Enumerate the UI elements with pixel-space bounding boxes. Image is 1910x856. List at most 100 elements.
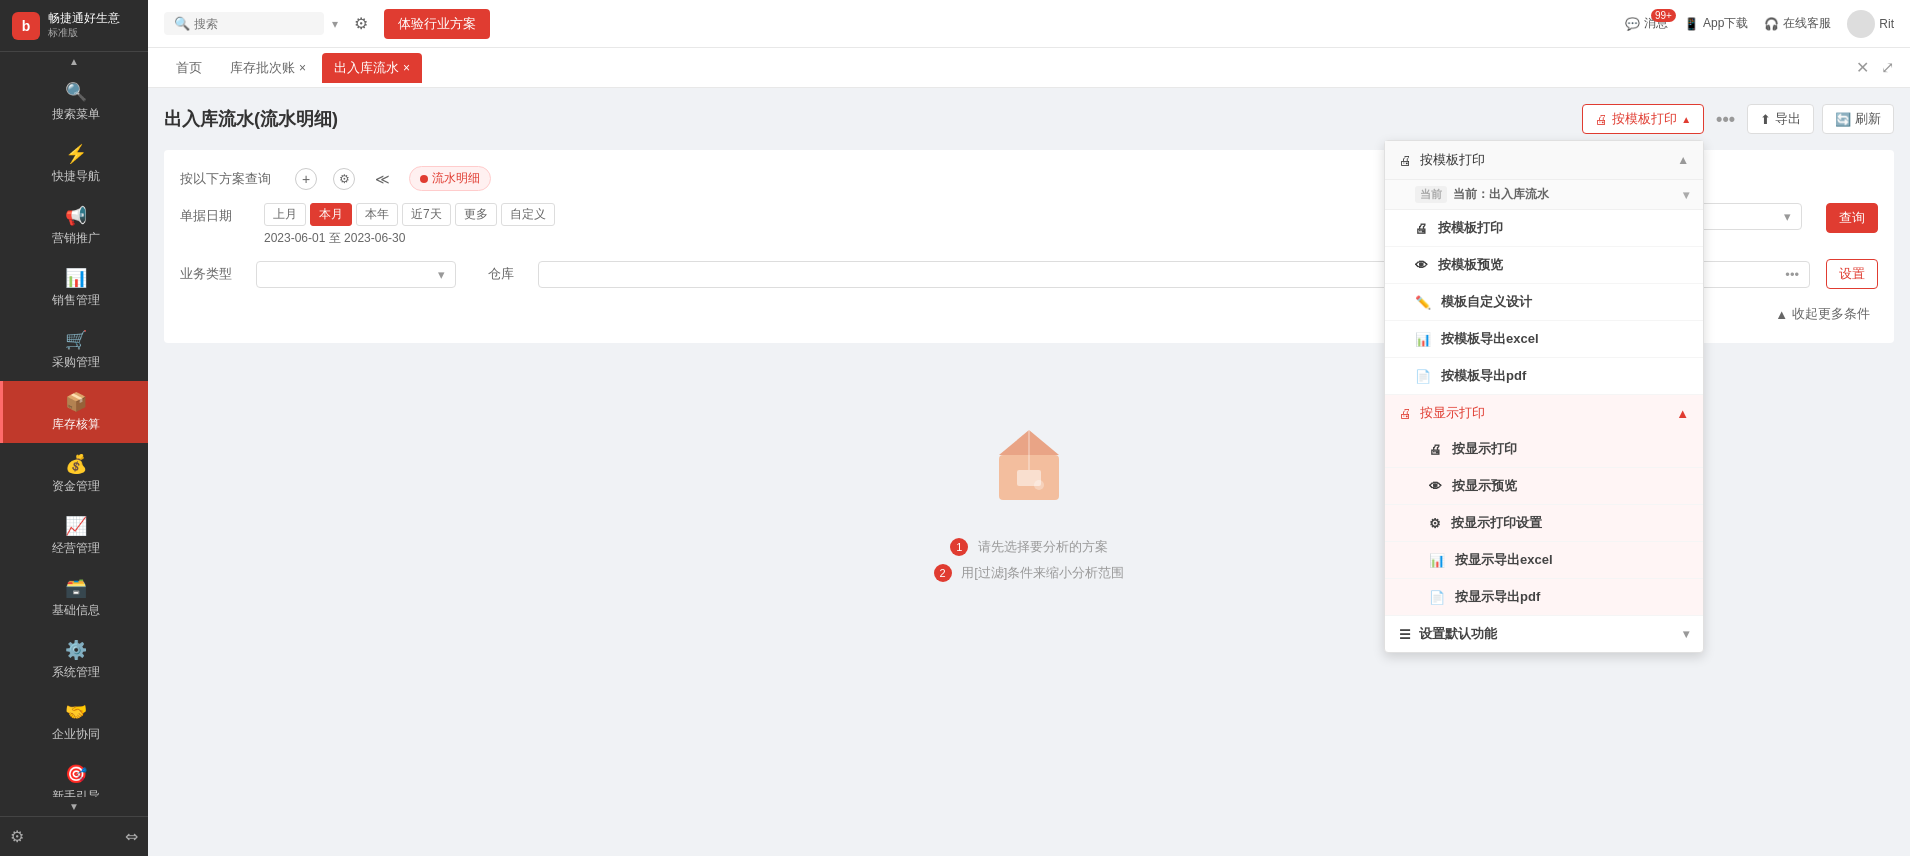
filter-label: 按以下方案查询 xyxy=(180,170,271,188)
filter-settings-btn[interactable]: ⚙ xyxy=(333,168,355,190)
topbar-gear-icon[interactable]: ⚙ xyxy=(354,14,368,33)
message-btn[interactable]: 💬 消息 99+ xyxy=(1625,15,1668,32)
sidebar-item-operations[interactable]: 📈 经营管理 xyxy=(0,505,148,567)
display-settings-icon: ⚙ xyxy=(1429,516,1441,531)
export-btn[interactable]: ⬆ 导出 xyxy=(1747,104,1814,134)
dropdown-footer[interactable]: ☰ 设置默认功能 ▾ xyxy=(1385,616,1703,652)
date-btn-this-year[interactable]: 本年 xyxy=(356,203,398,226)
biz-type-select[interactable]: ▾ xyxy=(256,261,456,288)
refresh-btn[interactable]: 🔄 刷新 xyxy=(1822,104,1894,134)
dropdown-template-custom[interactable]: ✏️ 模板自定义设计 xyxy=(1385,284,1703,321)
display-print-header-icon: 🖨 xyxy=(1399,406,1412,421)
app-logo: b 畅捷通好生意 标准版 xyxy=(0,0,148,52)
page-title: 出入库流水(流水明细) xyxy=(164,107,338,131)
date-range-text: 2023-06-01 至 2023-06-30 xyxy=(264,230,555,247)
search-box[interactable]: 🔍 xyxy=(164,12,324,35)
date-btn-more[interactable]: 更多 xyxy=(455,203,497,226)
dropdown-display-preview[interactable]: 👁 按显示预览 xyxy=(1385,468,1703,505)
svg-point-4 xyxy=(1034,480,1044,490)
user-avatar-btn[interactable]: Rit xyxy=(1847,10,1894,38)
app-download-btn[interactable]: 📱 App下载 xyxy=(1684,15,1748,32)
dropdown-display-excel[interactable]: 📊 按显示导出excel xyxy=(1385,542,1703,579)
sales-icon: 📊 xyxy=(65,267,87,289)
headset-icon: 🎧 xyxy=(1764,17,1779,31)
tab-stock-flow[interactable]: 出入库流水 × xyxy=(322,53,422,83)
basic-icon: 🗃️ xyxy=(65,577,87,599)
search-input[interactable] xyxy=(194,17,294,31)
display-pdf-icon: 📄 xyxy=(1429,590,1445,605)
sidebar-item-basic[interactable]: 🗃️ 基础信息 xyxy=(0,567,148,629)
tab-home[interactable]: 首页 xyxy=(164,53,214,83)
sidebar-scroll-down[interactable]: ▼ xyxy=(0,797,148,816)
display-preview-icon: 👁 xyxy=(1429,479,1442,494)
dropdown-display-section: 🖨 按显示打印 ▲ 🖨 按显示打印 👁 按显 xyxy=(1385,395,1703,616)
collapse-more-btn[interactable]: ▲ 收起更多条件 xyxy=(1767,301,1878,327)
sidebar: b 畅捷通好生意 标准版 ▲ 🔍 搜索菜单 ⚡ 快捷导航 📢 营销推广 📊 销售… xyxy=(0,0,148,856)
topbar-left: 🔍 ▾ ⚙ 体验行业方案 xyxy=(164,9,1625,39)
filter-add-btn[interactable]: + xyxy=(295,168,317,190)
marketing-icon: 📢 xyxy=(65,205,87,227)
date-btn-last-month[interactable]: 上月 xyxy=(264,203,306,226)
purchase-icon: 🛒 xyxy=(65,329,87,351)
filter-tag-item[interactable]: 流水明细 xyxy=(409,166,491,191)
sidebar-item-inventory[interactable]: 📦 库存核算 xyxy=(0,381,148,443)
dropdown-template-print[interactable]: 🖨 按模板打印 xyxy=(1385,210,1703,247)
tab-maximize-icon[interactable]: ⤢ xyxy=(1881,58,1894,77)
sidebar-item-collab[interactable]: 🤝 企业协同 xyxy=(0,691,148,753)
actions-more-dots[interactable]: ••• xyxy=(1712,109,1739,130)
settings-btn[interactable]: 设置 xyxy=(1826,259,1878,289)
print-template-btn[interactable]: 🖨 按模板打印 ▲ xyxy=(1582,104,1704,134)
dropdown-display-print[interactable]: 🖨 按显示打印 xyxy=(1385,431,1703,468)
dropdown-template-excel[interactable]: 📊 按模板导出excel xyxy=(1385,321,1703,358)
template-excel-icon: 📊 xyxy=(1415,332,1431,347)
sidebar-item-guide[interactable]: 🎯 新手引导 xyxy=(0,753,148,797)
sidebar-item-system[interactable]: ⚙️ 系统管理 xyxy=(0,629,148,691)
template-print-icon: 🖨 xyxy=(1415,221,1428,236)
search-dropdown-chevron[interactable]: ▾ xyxy=(332,17,338,31)
collab-icon: 🤝 xyxy=(65,701,87,723)
tab-inventory-batch-close[interactable]: × xyxy=(299,61,306,75)
tag-dot xyxy=(420,175,428,183)
display-excel-icon: 📊 xyxy=(1429,553,1445,568)
app-version: 标准版 xyxy=(48,26,120,40)
biz-type-chevron: ▾ xyxy=(438,267,445,282)
tab-stock-flow-close[interactable]: × xyxy=(403,61,410,75)
dropdown-template-preview[interactable]: 👁 按模板预览 xyxy=(1385,247,1703,284)
date-btn-7days[interactable]: 近7天 xyxy=(402,203,451,226)
warehouse-more-dots[interactable]: ••• xyxy=(1785,267,1799,282)
sidebar-item-finance[interactable]: 💰 资金管理 xyxy=(0,443,148,505)
dropdown-display-settings[interactable]: ⚙ 按显示打印设置 xyxy=(1385,505,1703,542)
settings-icon[interactable]: ⚙ xyxy=(10,827,24,846)
display-print-icon: 🖨 xyxy=(1429,442,1442,457)
sidebar-item-quick-nav[interactable]: ⚡ 快捷导航 xyxy=(0,133,148,195)
online-service-btn[interactable]: 🎧 在线客服 xyxy=(1764,15,1831,32)
dropdown-header[interactable]: 🖨 按模板打印 ▲ xyxy=(1385,141,1703,180)
tab-inventory-batch[interactable]: 库存批次账 × xyxy=(218,53,318,83)
empty-illustration xyxy=(979,415,1079,518)
date-btn-this-month[interactable]: 本月 xyxy=(310,203,352,226)
sidebar-item-purchase[interactable]: 🛒 采购管理 xyxy=(0,319,148,381)
date-btn-custom[interactable]: 自定义 xyxy=(501,203,555,226)
sidebar-item-search[interactable]: 🔍 搜索菜单 xyxy=(0,71,148,133)
print-icon: 🖨 xyxy=(1595,112,1608,127)
dropdown-template-pdf[interactable]: 📄 按模板导出pdf xyxy=(1385,358,1703,395)
query-btn[interactable]: 查询 xyxy=(1826,203,1878,233)
template-pdf-icon: 📄 xyxy=(1415,369,1431,384)
sidebar-item-sales[interactable]: 📊 销售管理 xyxy=(0,257,148,319)
date-btn-group: 上月 本月 本年 近7天 更多 自定义 xyxy=(264,203,555,226)
empty-text-2: 2 用[过滤]条件来缩小分析范围 xyxy=(934,560,1125,586)
industry-btn[interactable]: 体验行业方案 xyxy=(384,9,490,39)
page-title-row: 出入库流水(流水明细) 🖨 按模板打印 ▲ 🖨 xyxy=(164,104,1894,134)
sidebar-item-marketing[interactable]: 📢 营销推广 xyxy=(0,195,148,257)
dropdown-display-pdf[interactable]: 📄 按显示导出pdf xyxy=(1385,579,1703,616)
tab-close-all-icon[interactable]: ✕ xyxy=(1856,58,1869,77)
quick-nav-icon: ⚡ xyxy=(65,143,87,165)
dropdown-display-header[interactable]: 🖨 按显示打印 ▲ xyxy=(1385,395,1703,431)
sidebar-scroll-up[interactable]: ▲ xyxy=(0,52,148,71)
search-icon: 🔍 xyxy=(174,16,190,31)
topbar-right: 💬 消息 99+ 📱 App下载 🎧 在线客服 Rit xyxy=(1625,10,1894,38)
filter-collapse-btn[interactable]: ≪ xyxy=(371,168,393,190)
collapse-sidebar-icon[interactable]: ⇔ xyxy=(125,827,138,846)
system-icon: ⚙️ xyxy=(65,639,87,661)
empty-text-1: 1 请先选择要分析的方案 xyxy=(950,534,1108,560)
